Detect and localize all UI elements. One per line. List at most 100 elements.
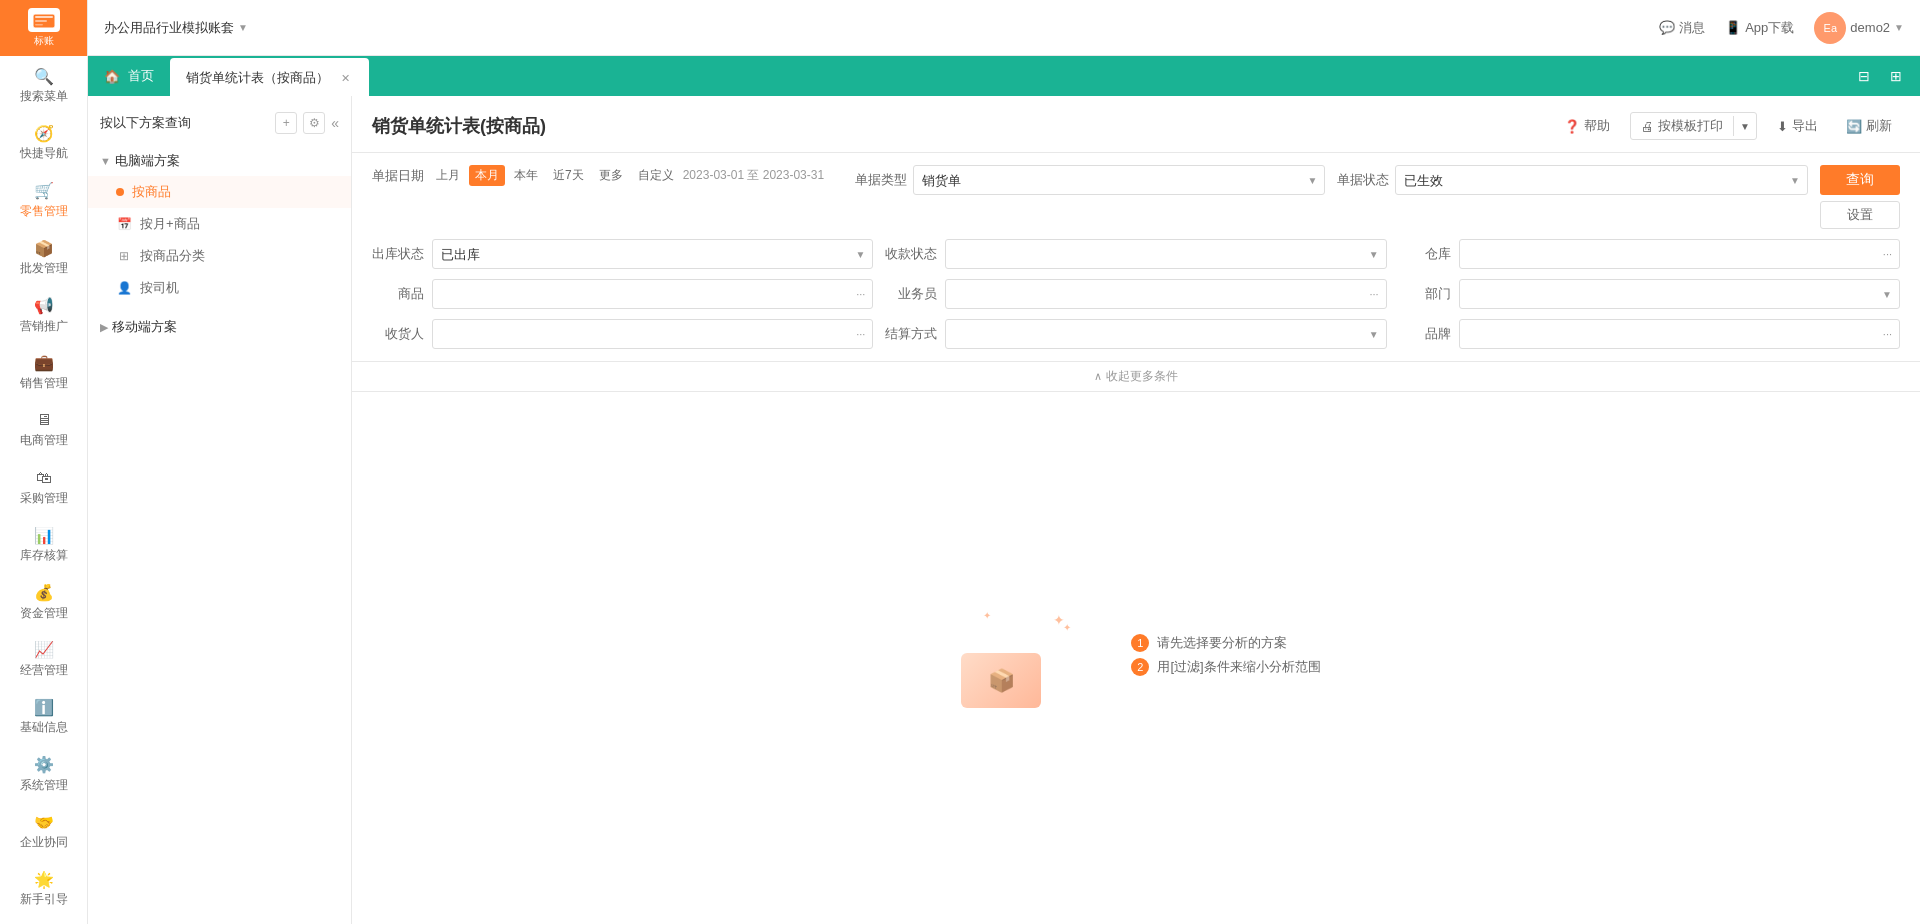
salesperson-input[interactable]	[945, 279, 1386, 309]
tab-bar-right: ⊟ ⊞	[1852, 64, 1920, 88]
desktop-scheme-toggle-icon: ▼	[100, 155, 111, 167]
brand-label: 品牌	[1399, 325, 1451, 343]
type-select[interactable]: 销货单	[913, 165, 1326, 195]
mobile-section: ▶ 移动端方案	[88, 308, 351, 346]
mobile-scheme-group[interactable]: ▶ 移动端方案	[88, 312, 351, 342]
inventory-icon: 📊	[34, 525, 54, 545]
scheme-item-by-category[interactable]: ⊞ 按商品分类	[88, 240, 351, 272]
type-field: 单据类型 销货单 ▼	[855, 165, 1326, 195]
sidebar-item-operations[interactable]: 📈 经营管理	[0, 630, 87, 687]
sidebar-item-sales[interactable]: 💼 销售管理	[0, 343, 87, 400]
refresh-button[interactable]: 🔄 刷新	[1838, 113, 1900, 139]
app-download-button[interactable]: 📱 App下载	[1725, 19, 1794, 37]
salesperson-input-wrap: ···	[945, 279, 1386, 309]
warehouse-input-wrap: ···	[1459, 239, 1900, 269]
receiver-dots-icon[interactable]: ···	[856, 328, 865, 340]
svg-rect-1	[35, 16, 53, 18]
empty-state: 📦 ✦ ✦ ✦ 1 请先选择要分析的方案	[352, 392, 1920, 924]
sidebar-item-basic[interactable]: ℹ️ 基础信息	[0, 687, 87, 744]
tab-current[interactable]: 销货单统计表（按商品） ✕	[170, 58, 369, 98]
warehouse-input[interactable]	[1459, 239, 1900, 269]
collapse-bar[interactable]: ∧ 收起更多条件	[352, 362, 1920, 392]
date-more-btn[interactable]: 更多	[593, 165, 629, 186]
scheme-item-by-product[interactable]: 按商品	[88, 176, 351, 208]
query-row-4: 收货人 ··· 结算方式 ▼	[372, 319, 1900, 349]
sidebar-item-system-label: 系统管理	[20, 778, 68, 792]
sidebar-item-enterprise[interactable]: 🤝 企业协同	[0, 802, 87, 859]
sidebar-item-apps[interactable]: 🔧 应用中心	[0, 917, 87, 924]
warehouse-dots-icon[interactable]: ···	[1883, 248, 1892, 260]
filter-collapse-button[interactable]: «	[331, 115, 339, 131]
sidebar-item-retail[interactable]: 🛒 零售管理	[0, 171, 87, 228]
print-main-button[interactable]: 🖨 按模板打印	[1631, 113, 1733, 139]
scheme-item-by-cashier-label: 按司机	[140, 279, 179, 297]
right-panel: 销货单统计表(按商品) ❓ 帮助 🖨 按模板打印 ▼	[352, 96, 1920, 924]
date-prev-month-btn[interactable]: 上月	[430, 165, 466, 186]
salesperson-dots-icon[interactable]: ···	[1369, 288, 1378, 300]
tab-close-button[interactable]: ✕	[337, 70, 353, 86]
dept-select[interactable]	[1459, 279, 1900, 309]
out-status-select[interactable]: 已出库	[432, 239, 873, 269]
receiver-input[interactable]	[432, 319, 873, 349]
sidebar-item-marketing[interactable]: 📢 营销推广	[0, 286, 87, 343]
help-button[interactable]: ❓ 帮助	[1556, 113, 1618, 139]
sidebar-item-search[interactable]: 🔍 搜索菜单	[0, 56, 87, 113]
collapse-label: 收起更多条件	[1106, 368, 1178, 385]
sidebar-item-wholesale[interactable]: 📦 批发管理	[0, 228, 87, 285]
sidebar-item-basic-label: 基础信息	[20, 720, 68, 734]
desktop-scheme-group[interactable]: ▼ 电脑端方案	[88, 146, 351, 176]
date-custom-btn[interactable]: 自定义	[632, 165, 680, 186]
wholesale-icon: 📦	[34, 238, 54, 258]
brand-dots-icon[interactable]: ···	[1883, 328, 1892, 340]
sidebar-item-system[interactable]: ⚙️ 系统管理	[0, 745, 87, 802]
date-this-month-btn[interactable]: 本月	[469, 165, 505, 186]
tab-home[interactable]: 🏠 首页	[88, 56, 170, 96]
filter-settings-button[interactable]: ⚙	[303, 112, 325, 134]
collect-status-select[interactable]	[945, 239, 1386, 269]
scheme-item-by-cashier[interactable]: 👤 按司机	[88, 272, 351, 304]
status-select[interactable]: 已生效	[1395, 165, 1808, 195]
tab-expand-button[interactable]: ⊞	[1884, 64, 1908, 88]
messages-button[interactable]: 💬 消息	[1659, 19, 1705, 37]
date-field: 单据日期 上月 本月 本年 近7天 更多 自定义 2023-03-01 至 20…	[372, 165, 843, 186]
breadcrumb-arrow-icon: ▼	[238, 22, 248, 33]
export-button[interactable]: ⬇ 导出	[1769, 113, 1826, 139]
query-area: 单据日期 上月 本月 本年 近7天 更多 自定义 2023-03-01 至 20…	[352, 153, 1920, 362]
tab-home-label: 首页	[128, 67, 154, 85]
date-this-year-btn[interactable]: 本年	[508, 165, 544, 186]
status-field: 单据状态 已生效 ▼	[1337, 165, 1808, 195]
tab-minimize-button[interactable]: ⊟	[1852, 64, 1876, 88]
sidebar-item-shortcut[interactable]: 🧭 快捷导航	[0, 113, 87, 170]
sidebar-item-search-label: 搜索菜单	[20, 89, 68, 103]
help-label: 帮助	[1584, 117, 1610, 135]
sidebar-item-newuser[interactable]: 🌟 新手引导	[0, 859, 87, 916]
breadcrumb-dropdown[interactable]: 办公用品行业模拟账套 ▼	[104, 19, 248, 37]
user-arrow-icon: ▼	[1894, 22, 1904, 33]
filter-add-button[interactable]: +	[275, 112, 297, 134]
sidebar-item-marketing-label: 营销推广	[20, 319, 68, 333]
sidebar-item-inventory[interactable]: 📊 库存核算	[0, 515, 87, 572]
newuser-icon: 🌟	[34, 869, 54, 889]
out-status-label: 出库状态	[372, 245, 424, 263]
sidebar-item-ecom[interactable]: 🖥 电商管理	[0, 400, 87, 457]
product-input[interactable]	[432, 279, 873, 309]
setting-button[interactable]: 设置	[1820, 201, 1900, 229]
out-status-field: 出库状态 已出库 ▼	[372, 239, 873, 269]
product-input-wrap: ···	[432, 279, 873, 309]
sidebar-item-purchase[interactable]: 🛍 采购管理	[0, 458, 87, 515]
date-recent7-btn[interactable]: 近7天	[547, 165, 590, 186]
payment-select[interactable]	[945, 319, 1386, 349]
svg-rect-2	[35, 20, 47, 22]
print-icon: 🖨	[1641, 119, 1654, 134]
scheme-item-by-month-product[interactable]: 📅 按月+商品	[88, 208, 351, 240]
query-button[interactable]: 查询	[1820, 165, 1900, 195]
brand-input[interactable]	[1459, 319, 1900, 349]
user-profile[interactable]: Ea demo2 ▼	[1814, 12, 1904, 44]
empty-illustration: 📦 ✦ ✦ ✦	[951, 608, 1071, 708]
status-label: 单据状态	[1337, 171, 1389, 189]
print-dropdown-button[interactable]: ▼	[1734, 117, 1756, 136]
sidebar-item-finance[interactable]: 💰 资金管理	[0, 573, 87, 630]
step-1-text: 请先选择要分析的方案	[1157, 634, 1287, 652]
product-dots-icon[interactable]: ···	[856, 288, 865, 300]
receiver-field: 收货人 ···	[372, 319, 873, 349]
